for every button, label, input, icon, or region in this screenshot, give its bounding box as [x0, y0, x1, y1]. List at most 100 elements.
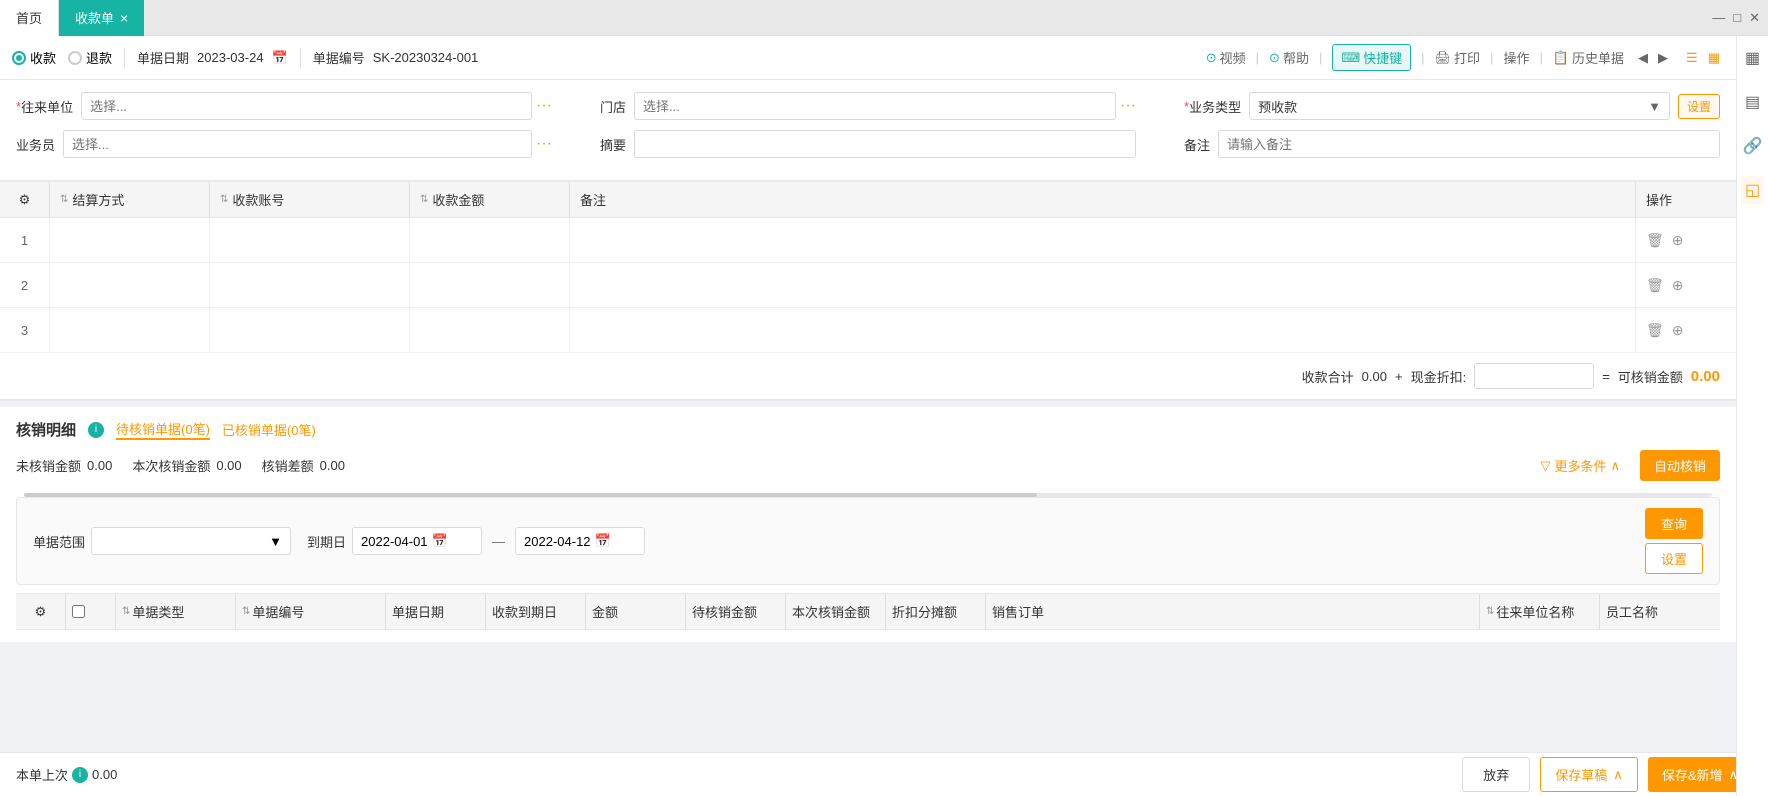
- bill-date-label: 单据日期: [137, 48, 189, 67]
- td-remark-1[interactable]: [570, 218, 1636, 262]
- th-amount-label: 收款金额: [432, 190, 484, 209]
- bill-date-value[interactable]: 2023-03-24: [197, 50, 264, 65]
- footer-discount-label: 现金折扣:: [1411, 367, 1467, 386]
- stat-unverified-value: 0.00: [87, 458, 112, 473]
- layout-list-btn[interactable]: ☰: [1682, 48, 1702, 68]
- print-link[interactable]: 🖨 打印: [1435, 48, 1481, 67]
- abandon-btn[interactable]: 放弃: [1462, 757, 1530, 792]
- td-remark-2[interactable]: [570, 263, 1636, 307]
- divider-2: [300, 48, 301, 68]
- form-settings-btn[interactable]: 设置: [1678, 94, 1720, 119]
- tab-home[interactable]: 首页: [0, 0, 59, 36]
- window-max-btn[interactable]: □: [1733, 10, 1741, 25]
- stat-diff-value: 0.00: [320, 458, 345, 473]
- sidebar-table-icon[interactable]: ▦: [1741, 44, 1764, 72]
- history-label: 历史单据: [1572, 48, 1624, 67]
- filter-date-from[interactable]: 2022-04-01 📅: [352, 527, 482, 555]
- footer-plus: +: [1395, 369, 1403, 384]
- bill-date-calendar-icon[interactable]: 📅: [272, 50, 288, 66]
- toolbar-right: ⊙ 视频 | ⊙ 帮助 | ⌨ 快捷键 | 🖨 打印 | 操作 |: [1206, 44, 1724, 71]
- biz-type-select[interactable]: 预收款 ▼: [1249, 92, 1670, 120]
- td-account-3[interactable]: [210, 308, 410, 352]
- filter-date-from-value: 2022-04-01: [361, 534, 428, 549]
- delete-icon-1[interactable]: 🗑: [1646, 232, 1664, 249]
- save-draft-btn[interactable]: 保存草稿 ∧: [1540, 757, 1638, 792]
- filter-date-to-value: 2022-04-12: [524, 534, 591, 549]
- bottom-th-sales-order: 销售订单: [986, 594, 1480, 629]
- more-filters-btn[interactable]: ▽ 更多条件 ∧: [1540, 456, 1620, 475]
- copy-icon-1[interactable]: ⊕: [1672, 232, 1684, 249]
- nav-next-btn[interactable]: ▶: [1654, 48, 1672, 68]
- store-field: 门店 ···: [600, 92, 1136, 120]
- nav-prev-btn[interactable]: ◀: [1634, 48, 1652, 68]
- shortcut-label: 快捷键: [1363, 48, 1402, 67]
- store-input[interactable]: [634, 92, 1116, 120]
- window-min-btn[interactable]: —: [1712, 10, 1725, 25]
- status-info-icon[interactable]: i: [72, 767, 88, 783]
- tab-close-icon[interactable]: ×: [120, 10, 128, 26]
- copy-icon-3[interactable]: ⊕: [1672, 322, 1684, 339]
- td-account-1[interactable]: [210, 218, 410, 262]
- sidebar-link-icon[interactable]: 🔗: [1739, 132, 1767, 160]
- td-account-2[interactable]: [210, 263, 410, 307]
- radio-shoukuan[interactable]: 收款: [12, 48, 56, 67]
- delete-icon-3[interactable]: 🗑: [1646, 322, 1664, 339]
- bottom-th-settings[interactable]: ⚙: [16, 594, 66, 629]
- td-settle-3[interactable]: [50, 308, 210, 352]
- tab-pending[interactable]: 待核销单据(0笔): [116, 419, 210, 440]
- bottom-th-bill-date: 单据日期: [386, 594, 486, 629]
- verify-info-icon[interactable]: i: [88, 422, 104, 438]
- video-link[interactable]: ⊙ 视频: [1206, 48, 1246, 67]
- select-all-checkbox[interactable]: [72, 605, 85, 618]
- radio-tuikuan[interactable]: 退款: [68, 48, 112, 67]
- td-amount-3[interactable]: [410, 308, 570, 352]
- sidebar-expand-icon[interactable]: ◱: [1741, 176, 1764, 204]
- footer-total-label: 收款合计: [1302, 367, 1354, 386]
- tab-active-label: 收款单: [75, 8, 114, 27]
- staff-input[interactable]: [63, 130, 532, 158]
- bottom-th-checkbox[interactable]: [66, 594, 116, 629]
- delete-icon-2[interactable]: 🗑: [1646, 277, 1664, 294]
- tab-done[interactable]: 已核销单据(0笔): [222, 420, 316, 439]
- filter-range-select[interactable]: ▼: [91, 527, 291, 555]
- history-link[interactable]: 📋 历史单据: [1553, 48, 1624, 67]
- filter-range-label: 单据范围: [33, 532, 85, 551]
- help-link[interactable]: ⊙ 帮助: [1269, 48, 1309, 67]
- remark-input[interactable]: [1218, 130, 1720, 158]
- td-remark-3[interactable]: [570, 308, 1636, 352]
- td-amount-2[interactable]: [410, 263, 570, 307]
- table-row: 3 🗑 ⊕: [0, 308, 1736, 353]
- counterpart-more-btn[interactable]: ···: [536, 97, 552, 115]
- status-right: 放弃 保存草稿 ∧ 保存&新增 ∧: [1462, 757, 1752, 792]
- staff-more-btn[interactable]: ···: [536, 135, 552, 153]
- th-settle: ⇅ 结算方式: [50, 182, 210, 217]
- table-footer: 收款合计 0.00 + 现金折扣: = 可核销金额 0.00: [0, 353, 1736, 401]
- footer-discount-input[interactable]: [1474, 363, 1594, 389]
- copy-icon-2[interactable]: ⊕: [1672, 277, 1684, 294]
- store-more-btn[interactable]: ···: [1120, 97, 1136, 115]
- save-draft-arrow-icon: ∧: [1613, 767, 1623, 783]
- abstract-input[interactable]: [634, 130, 1136, 158]
- auto-verify-btn[interactable]: 自动核销: [1640, 450, 1720, 481]
- right-sidebar: ▦ ▤ 🔗 ◱: [1736, 36, 1768, 796]
- gear-icon[interactable]: ⚙: [19, 192, 31, 208]
- sidebar-list-icon[interactable]: ▤: [1741, 88, 1764, 116]
- counterpart-input[interactable]: [81, 92, 532, 120]
- footer-eq: =: [1602, 369, 1610, 384]
- stat-current-value: 0.00: [216, 458, 241, 473]
- td-amount-1[interactable]: [410, 218, 570, 262]
- th-settings[interactable]: ⚙: [0, 182, 50, 217]
- query-btn[interactable]: 查询: [1645, 508, 1703, 539]
- tab-active[interactable]: 收款单 ×: [59, 0, 144, 36]
- td-settle-2[interactable]: [50, 263, 210, 307]
- bottom-gear-icon[interactable]: ⚙: [35, 604, 47, 620]
- filter-date-to[interactable]: 2022-04-12 📅: [515, 527, 645, 555]
- ops-link[interactable]: 操作: [1503, 48, 1529, 67]
- shortcut-btn[interactable]: ⌨ 快捷键: [1332, 44, 1411, 71]
- window-close-btn[interactable]: ✕: [1749, 10, 1760, 26]
- bottom-th-sales-order-label: 销售订单: [992, 602, 1044, 621]
- calendar-icon-to: 📅: [595, 533, 611, 549]
- td-settle-1[interactable]: [50, 218, 210, 262]
- layout-grid-btn[interactable]: ▦: [1704, 48, 1724, 68]
- setting-btn[interactable]: 设置: [1645, 543, 1703, 574]
